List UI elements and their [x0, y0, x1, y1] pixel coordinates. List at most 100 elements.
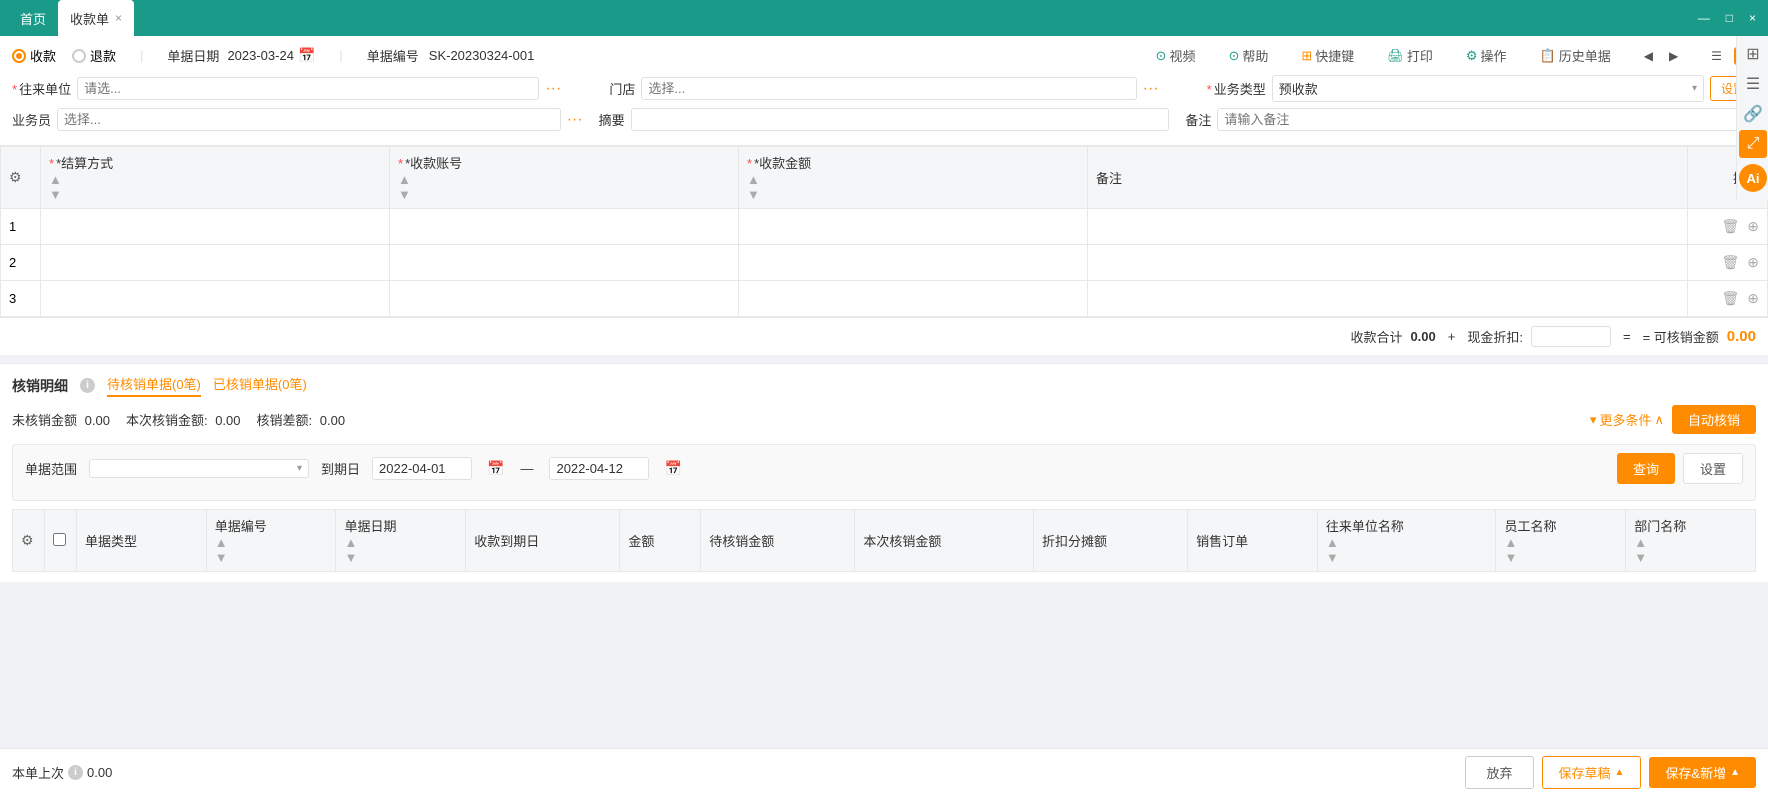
save-new-btn[interactable]: 保存&新增 ▲ — [1649, 757, 1756, 788]
save-draft-btn[interactable]: 保存草稿 ▲ — [1542, 756, 1642, 789]
salesperson-field: 业务员 ··· — [12, 108, 583, 131]
summary-row: 收款合计 0.00 + 现金折扣: = = 可核销金额 0.00 — [0, 317, 1768, 355]
plus-sign: + — [1448, 329, 1456, 344]
bottom-table-header-row: ⚙ 单据类型 单据编号 ▲▼ — [13, 510, 1756, 572]
row2-delete-icon[interactable]: 🗑 — [1721, 254, 1739, 271]
settlement-sort[interactable]: ▲▼ — [49, 172, 381, 202]
operations-btn[interactable]: ⚙ 操作 — [1462, 44, 1511, 67]
account-sort[interactable]: ▲▼ — [398, 172, 730, 202]
due-date-from-calendar[interactable]: 📅 — [487, 460, 504, 477]
query-btn[interactable]: 查询 — [1617, 453, 1675, 484]
summary-input[interactable] — [631, 108, 1170, 131]
row1-amount[interactable] — [739, 209, 1088, 245]
shortcut-btn[interactable]: ⊞ 快捷键 — [1297, 44, 1358, 67]
bth-pending-cancel-label: 待核销金额 — [709, 534, 774, 549]
discard-btn[interactable]: 放弃 — [1465, 756, 1533, 789]
diff-value: 0.00 — [320, 413, 345, 428]
sidebar-expand-icon[interactable]: ⤢ — [1739, 130, 1767, 158]
bill-range-chevron: ▾ — [297, 463, 302, 474]
pending-tab[interactable]: 待核销单据(0笔) — [107, 374, 201, 397]
bth-current-cancel-label: 本次核销金额 — [863, 534, 941, 549]
help-btn[interactable]: ⊙ 帮助 — [1224, 44, 1272, 67]
list-view-btn[interactable]: ☰ — [1707, 47, 1726, 65]
select-all-checkbox[interactable] — [53, 533, 66, 546]
row3-remark[interactable] — [1088, 281, 1688, 317]
more-conditions-btn[interactable]: ▾ 更多条件 ∧ — [1590, 410, 1664, 429]
bottom-gear-icon[interactable]: ⚙ — [21, 532, 34, 548]
auto-writeoff-btn[interactable]: 自动核销 — [1672, 405, 1756, 434]
row2-remark[interactable] — [1088, 245, 1688, 281]
row1-copy-icon[interactable]: ⊕ — [1747, 218, 1759, 235]
writeoff-summary: 未核销金额 0.00 本次核销金额: 0.00 核销差额: 0.00 ▾ 更多条… — [12, 405, 1756, 434]
completed-tab[interactable]: 已核销单据(0笔) — [213, 374, 307, 397]
due-date-to-calendar[interactable]: 📅 — [664, 460, 681, 477]
salesperson-more-btn[interactable]: ··· — [567, 112, 583, 128]
row1-delete-icon[interactable]: 🗑 — [1721, 218, 1739, 235]
biz-type-select[interactable]: 预收款 ▾ — [1272, 75, 1704, 102]
counterpart-more-btn[interactable]: ··· — [545, 81, 561, 97]
prev-btn[interactable]: ◀ — [1640, 47, 1657, 65]
th-settlement: *结算方式 ▲▼ — [41, 147, 390, 209]
refund-radio[interactable]: 退款 — [72, 46, 116, 65]
bill-info: 本单上次 i 0.00 — [12, 763, 112, 782]
sidebar-table-icon[interactable]: ⊞ — [1739, 40, 1767, 68]
bill-date-icon[interactable]: 📅 — [298, 47, 315, 64]
row2-settlement[interactable] — [41, 245, 390, 281]
store-input[interactable] — [641, 77, 1136, 100]
receipt-radio[interactable]: 收款 — [12, 46, 56, 65]
divider2: | — [339, 48, 342, 63]
employee-sort[interactable]: ▲▼ — [1504, 535, 1617, 565]
nav-tab-receipt[interactable]: 收款单 × — [58, 0, 134, 36]
row1-remark[interactable] — [1088, 209, 1688, 245]
diff-field: 核销差额: 0.00 — [257, 410, 346, 429]
table-header-row: ⚙ *结算方式 ▲▼ *收款账号 ▲▼ *收款金额 ▲▼ — [1, 147, 1768, 209]
wo-settings-btn[interactable]: 设置 — [1683, 453, 1743, 484]
remarks-input[interactable] — [1217, 108, 1756, 131]
ai-button[interactable]: Ai — [1739, 164, 1767, 192]
close-btn[interactable]: × — [1745, 9, 1760, 27]
video-btn[interactable]: ⊙ 视频 — [1152, 44, 1200, 67]
row2-copy-icon[interactable]: ⊕ — [1747, 254, 1759, 271]
bth-amount: 金额 — [620, 510, 701, 572]
counterpart-input[interactable] — [77, 77, 539, 100]
row3-copy-icon[interactable]: ⊕ — [1747, 290, 1759, 307]
bill-date-sort[interactable]: ▲▼ — [344, 535, 457, 565]
sidebar-attachment-icon[interactable]: 🔗 — [1739, 100, 1767, 128]
row2-action-btns: 🗑 ⊕ — [1696, 254, 1759, 271]
maximize-btn[interactable]: □ — [1722, 9, 1737, 27]
history-btn[interactable]: 📋 历史单据 — [1536, 44, 1615, 67]
bill-no-sort[interactable]: ▲▼ — [215, 535, 328, 565]
next-btn[interactable]: ▶ — [1665, 47, 1682, 65]
salesperson-input[interactable] — [57, 108, 561, 131]
row3-delete-icon[interactable]: 🗑 — [1721, 290, 1739, 307]
toolbar-divider4 — [1449, 48, 1450, 64]
discount-input[interactable] — [1531, 326, 1611, 347]
bottom-info-icon[interactable]: i — [68, 765, 83, 780]
gear-icon[interactable]: ⚙ — [9, 169, 22, 185]
bth-checkbox — [45, 510, 77, 572]
row3-amount[interactable] — [739, 281, 1088, 317]
salesperson-label: 业务员 — [12, 110, 51, 129]
row3-actions: 🗑 ⊕ — [1688, 281, 1768, 317]
bill-range-select[interactable]: ▾ — [89, 459, 309, 478]
amount-sort[interactable]: ▲▼ — [747, 172, 1079, 202]
nav-tab-home[interactable]: 首页 — [8, 0, 58, 36]
close-tab-icon[interactable]: × — [115, 11, 122, 25]
minimize-btn[interactable]: — — [1694, 9, 1714, 27]
row1-settlement[interactable] — [41, 209, 390, 245]
row3-account[interactable] — [390, 281, 739, 317]
counterpart-sort[interactable]: ▲▼ — [1326, 535, 1488, 565]
due-date-to-input[interactable] — [549, 457, 649, 480]
sidebar-doc-icon[interactable]: ☰ — [1739, 70, 1767, 98]
row3-settlement[interactable] — [41, 281, 390, 317]
row2-account[interactable] — [390, 245, 739, 281]
dept-sort[interactable]: ▲▼ — [1634, 535, 1747, 565]
filter-panel: 单据范围 ▾ 到期日 📅 — 📅 查询 设置 — [12, 444, 1756, 501]
print-btn[interactable]: 🖨 打印 — [1383, 44, 1437, 67]
writeoff-info-icon[interactable]: i — [80, 378, 95, 393]
store-more-btn[interactable]: ··· — [1143, 81, 1159, 97]
receipt-table-section: ⚙ *结算方式 ▲▼ *收款账号 ▲▼ *收款金额 ▲▼ — [0, 146, 1768, 355]
due-date-from-input[interactable] — [372, 457, 472, 480]
row2-amount[interactable] — [739, 245, 1088, 281]
row1-account[interactable] — [390, 209, 739, 245]
